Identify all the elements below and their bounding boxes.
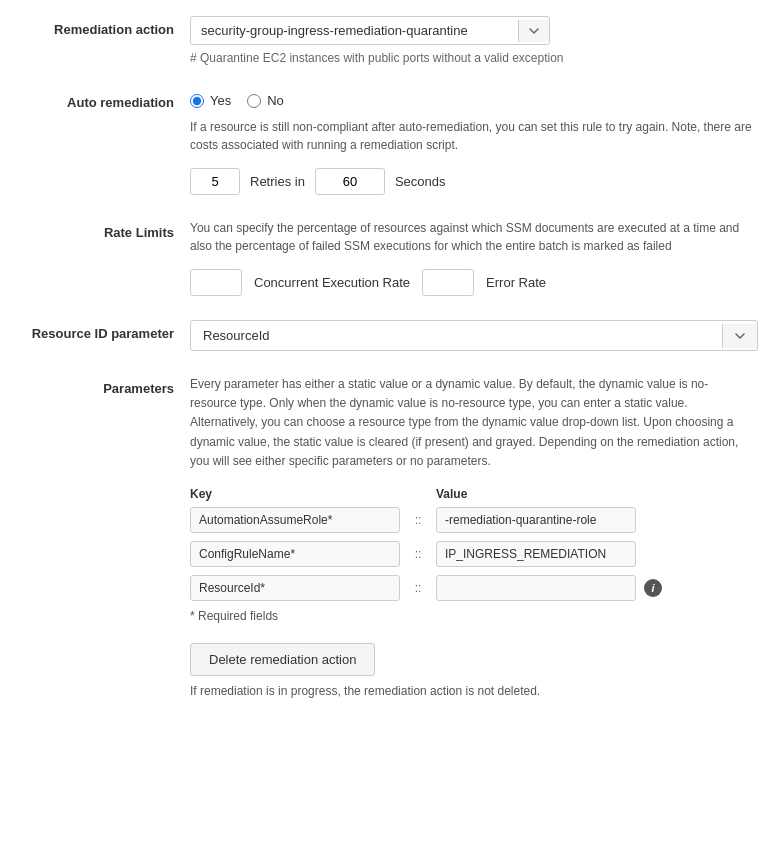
auto-remediation-content: Yes No If a resource is still non-compli… — [190, 89, 758, 195]
remediation-action-value: security-group-ingress-remediation-quara… — [191, 17, 518, 44]
auto-remediation-info: If a resource is still non-compliant aft… — [190, 118, 758, 154]
concurrent-execution-rate-label: Concurrent Execution Rate — [254, 275, 410, 290]
rate-inputs-row: Concurrent Execution Rate Error Rate — [190, 269, 758, 296]
seconds-input[interactable] — [315, 168, 385, 195]
parameters-table: Key Value :: :: :: i — [190, 487, 758, 601]
resource-id-parameter-label: Resource ID parameter — [20, 320, 190, 341]
resource-id-value: ResourceId — [191, 321, 722, 350]
retries-row: Retries in Seconds — [190, 168, 758, 195]
auto-remediation-radio-group: Yes No — [190, 89, 758, 108]
param-key-0[interactable] — [190, 507, 400, 533]
param-row-0: :: — [190, 507, 758, 533]
parameters-description: Every parameter has either a static valu… — [190, 375, 750, 471]
remediation-action-content: security-group-ingress-remediation-quara… — [190, 16, 758, 65]
auto-remediation-label: Auto remediation — [20, 89, 190, 110]
resource-id-select[interactable]: ResourceId — [190, 320, 758, 351]
seconds-label: Seconds — [395, 174, 446, 189]
parameters-label: Parameters — [20, 375, 190, 396]
delete-remediation-action-button[interactable]: Delete remediation action — [190, 643, 375, 676]
auto-remediation-row: Auto remediation Yes No If a resource is… — [20, 89, 758, 195]
rate-limits-description: You can specify the percentage of resour… — [190, 219, 750, 255]
param-separator-0: :: — [408, 513, 428, 527]
parameters-content: Every parameter has either a static valu… — [190, 375, 758, 698]
auto-remediation-no-label: No — [267, 93, 284, 108]
remediation-action-row: Remediation action security-group-ingres… — [20, 16, 758, 65]
auto-remediation-no-radio[interactable] — [247, 94, 261, 108]
param-separator-2: :: — [408, 581, 428, 595]
resource-id-dropdown-btn[interactable] — [722, 324, 757, 348]
rate-limits-content: You can specify the percentage of resour… — [190, 219, 758, 296]
remediation-action-select[interactable]: security-group-ingress-remediation-quara… — [190, 16, 550, 45]
param-value-0[interactable] — [436, 507, 636, 533]
param-row-1: :: — [190, 541, 758, 567]
parameters-row: Parameters Every parameter has either a … — [20, 375, 758, 698]
key-column-header: Key — [190, 487, 400, 501]
param-separator-1: :: — [408, 547, 428, 561]
retries-input[interactable] — [190, 168, 240, 195]
param-value-2[interactable] — [436, 575, 636, 601]
separator-spacer — [408, 487, 428, 501]
param-key-1[interactable] — [190, 541, 400, 567]
remediation-action-dropdown-btn[interactable] — [518, 20, 549, 42]
auto-remediation-no-option[interactable]: No — [247, 93, 284, 108]
retries-label: Retries in — [250, 174, 305, 189]
remediation-action-hint: # Quarantine EC2 instances with public p… — [190, 51, 758, 65]
remediation-action-label: Remediation action — [20, 16, 190, 37]
rate-limits-row: Rate Limits You can specify the percenta… — [20, 219, 758, 296]
value-column-header: Value — [436, 487, 467, 501]
resource-id-parameter-content: ResourceId — [190, 320, 758, 351]
auto-remediation-yes-radio[interactable] — [190, 94, 204, 108]
param-value-1[interactable] — [436, 541, 636, 567]
error-rate-input[interactable] — [422, 269, 474, 296]
delete-note: If remediation is in progress, the remed… — [190, 684, 758, 698]
auto-remediation-yes-option[interactable]: Yes — [190, 93, 231, 108]
error-rate-label: Error Rate — [486, 275, 546, 290]
param-key-2[interactable] — [190, 575, 400, 601]
required-note: * Required fields — [190, 609, 758, 623]
resource-id-info-icon[interactable]: i — [644, 579, 662, 597]
param-row-2: :: i — [190, 575, 758, 601]
concurrent-execution-rate-input[interactable] — [190, 269, 242, 296]
auto-remediation-yes-label: Yes — [210, 93, 231, 108]
rate-limits-label: Rate Limits — [20, 219, 190, 240]
resource-id-parameter-row: Resource ID parameter ResourceId — [20, 320, 758, 351]
parameters-header: Key Value — [190, 487, 758, 501]
